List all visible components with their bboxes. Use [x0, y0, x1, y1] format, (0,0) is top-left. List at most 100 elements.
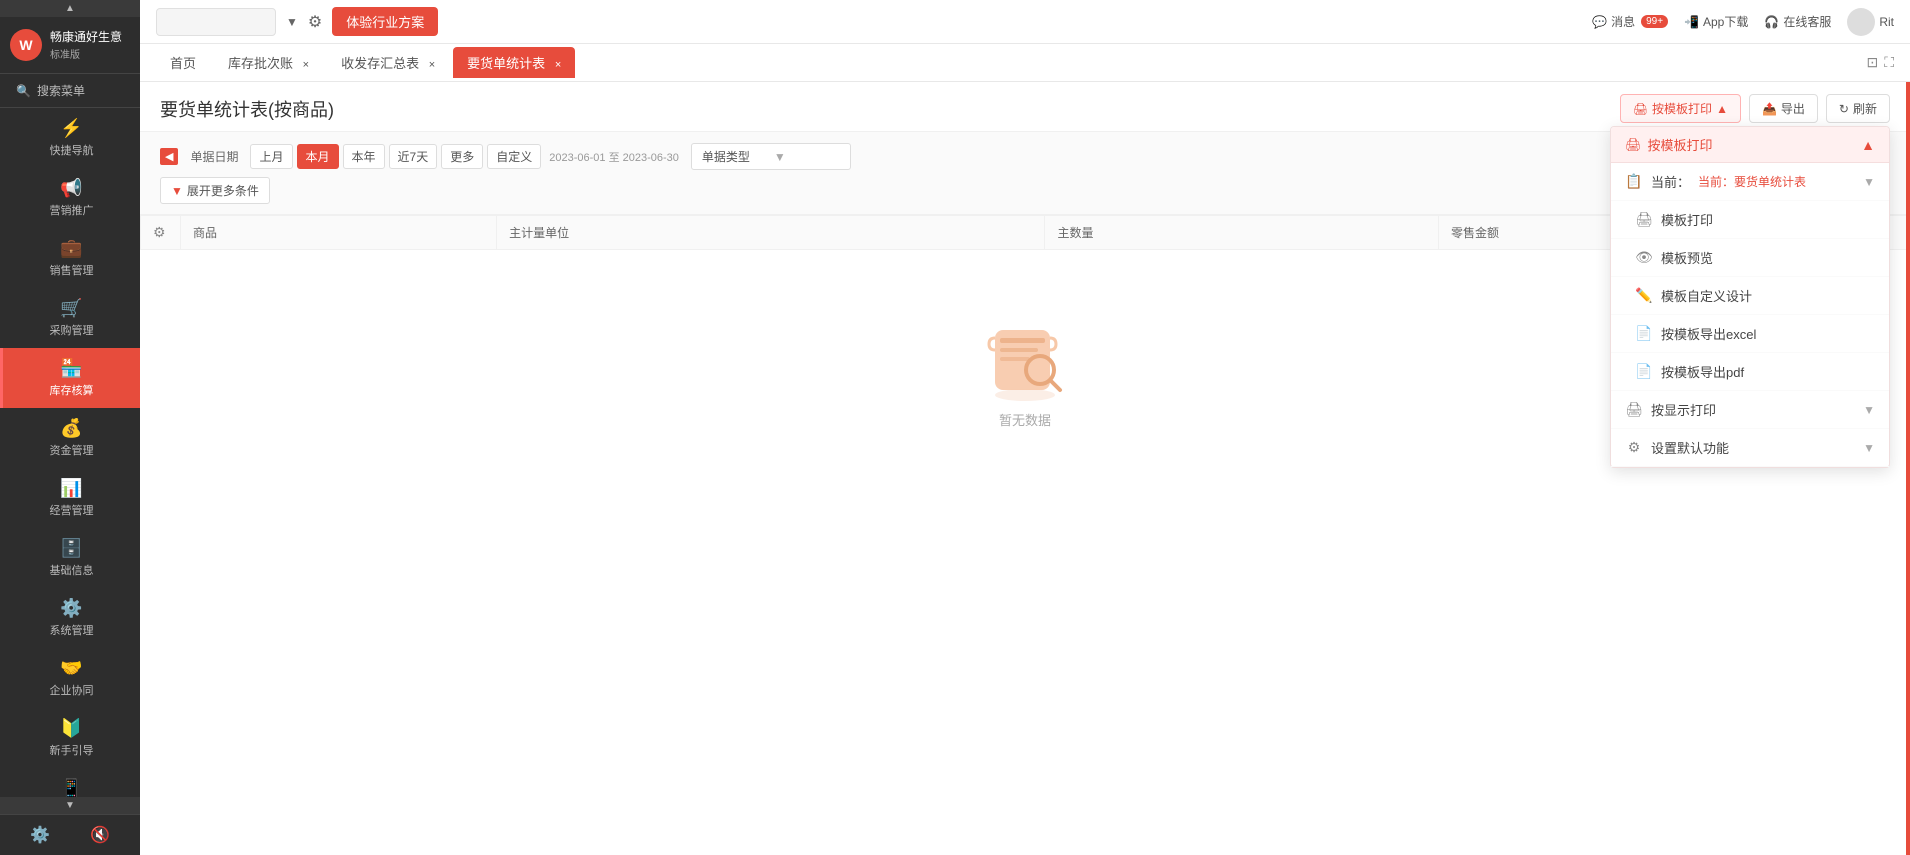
nav-icon-yingxiao: 📢 [60, 178, 82, 199]
tab-yaohuo[interactable]: 要货单统计表 × [453, 47, 575, 78]
sidebar-item-yingxiao[interactable]: 📢 营销推广 [0, 168, 140, 228]
tab-maximize-icon[interactable]: ⊡ [1866, 54, 1878, 71]
app-download-label: App下载 [1703, 13, 1748, 30]
sidebar-scroll-up[interactable]: ▲ [0, 0, 140, 17]
dropdown-chevron-up-icon[interactable]: ▲ [1861, 137, 1875, 153]
tab-home[interactable]: 首页 [156, 47, 210, 78]
tab-yaohuo-label: 要货单统计表 [467, 56, 545, 71]
nav-icon-xiaoshou: 💼 [60, 238, 82, 259]
dropdown-set-default[interactable]: ⚙ 设置默认功能 ▼ [1611, 429, 1889, 467]
search-icon: 🔍 [16, 84, 31, 98]
template-custom-icon: ✏️ [1635, 287, 1653, 304]
settings-bottom-icon[interactable]: ⚙️ [30, 825, 50, 845]
tab-yaohuo-close[interactable]: × [555, 59, 561, 71]
sidebar-item-qiye[interactable]: 🤝 企业协同 [0, 648, 140, 708]
mute-bottom-icon[interactable]: 🔇 [90, 825, 110, 845]
sidebar-item-jingying[interactable]: 📊 经营管理 [0, 468, 140, 528]
nav-label-xinshou: 新手引导 [50, 742, 94, 758]
collapse-arrow-icon[interactable]: ◀ [160, 148, 178, 165]
topbar-search-box [156, 8, 276, 36]
dropdown-header-label: 按模板打印 [1648, 135, 1713, 154]
dropdown-current-template[interactable]: 📋 当前： 当前：要货单统计表 ▼ [1611, 163, 1889, 201]
tab-home-label: 首页 [170, 56, 196, 71]
content-header: 要货单统计表(按商品) 🖨 按模板打印 ▲ 📤 导出 ↻ 刷新 [140, 82, 1910, 132]
dropdown-display-print[interactable]: 🖨 按显示打印 ▼ [1611, 391, 1889, 429]
sidebar-item-zijin[interactable]: 💰 资金管理 [0, 408, 140, 468]
dropdown-header-right: ▲ [1861, 137, 1875, 153]
type-filter-chevron: ▼ [774, 150, 840, 164]
user-avatar-img [1847, 8, 1875, 36]
empty-state-illustration [975, 310, 1075, 410]
print-icon: 🖨 [1633, 102, 1648, 116]
tab-shoufa[interactable]: 收发存汇总表 × [327, 47, 449, 78]
tab-shoufa-close[interactable]: × [429, 59, 435, 71]
date-btn-7days[interactable]: 近7天 [389, 144, 438, 169]
user-avatar[interactable]: Rit [1847, 8, 1894, 36]
collapse-arrow-btn[interactable]: ◀ [160, 148, 178, 165]
sidebar-search[interactable]: 🔍 搜索菜单 [0, 74, 140, 108]
date-btn-custom[interactable]: 自定义 [487, 144, 541, 169]
nav-label-zijin: 资金管理 [50, 442, 94, 458]
sidebar-item-caigou[interactable]: 🛒 采购管理 [0, 288, 140, 348]
tab-fullscreen-icon[interactable]: ⛶ [1884, 54, 1894, 71]
promo-button[interactable]: 体验行业方案 [332, 7, 438, 36]
sidebar-nav: ⚡ 快捷导航 📢 营销推广 💼 销售管理 🛒 采购管理 🏪 库存核算 💰 资金管… [0, 108, 140, 797]
topbar: ▼ ⚙ 体验行业方案 💬 消息 99+ 📲 App下载 🎧 在线客服 Rit [140, 0, 1910, 44]
print-template-button[interactable]: 🖨 按模板打印 ▲ [1620, 94, 1741, 123]
app-version: 标准版 [50, 46, 122, 61]
table-settings-gear-icon[interactable]: ⚙ [153, 224, 166, 240]
export-pdf-label: 按模板导出pdf [1661, 362, 1744, 381]
sidebar-item-xitong[interactable]: ⚙️ 系统管理 [0, 588, 140, 648]
online-service-label: 在线客服 [1783, 13, 1831, 30]
dropdown-item-export-pdf[interactable]: 📄 按模板导出pdf [1611, 353, 1889, 391]
nav-icon-xinshou: 🔰 [60, 718, 82, 739]
dropdown-item-export-excel[interactable]: 📄 按模板导出excel [1611, 315, 1889, 353]
topbar-dropdown-arrow[interactable]: ▼ [286, 15, 298, 29]
dropdown-item-template-print[interactable]: 🖨 模板打印 [1611, 201, 1889, 239]
dropdown-item-template-preview[interactable]: 👁 模板预览 [1611, 239, 1889, 277]
nav-label-yingxiao: 营销推广 [50, 202, 94, 218]
sidebar-logo: W 畅康通好生意 标准版 [0, 17, 140, 74]
message-label: 消息 [1611, 13, 1635, 30]
sidebar-item-yingyong[interactable]: 📱 应用中心 [0, 768, 140, 797]
date-btn-last-month[interactable]: 上月 [250, 144, 292, 169]
tab-kucun-pici-label: 库存批次账 [228, 56, 293, 71]
message-item[interactable]: 💬 消息 99+ [1592, 13, 1668, 30]
nav-label-xiaoshou: 销售管理 [50, 262, 94, 278]
refresh-icon: ↻ [1839, 102, 1849, 116]
user-name: Rit [1879, 15, 1894, 29]
sidebar-item-xiaoshou[interactable]: 💼 销售管理 [0, 228, 140, 288]
col-settings[interactable]: ⚙ [141, 216, 181, 250]
expand-more-conditions-btn[interactable]: ▼ 展开更多条件 [160, 177, 270, 204]
export-button[interactable]: 📤 导出 [1749, 94, 1818, 123]
export-label: 导出 [1781, 100, 1805, 117]
sidebar-item-xinshou[interactable]: 🔰 新手引导 [0, 708, 140, 768]
col-qty: 主数量 [1045, 216, 1439, 250]
sidebar-item-jichu[interactable]: 🗄️ 基础信息 [0, 528, 140, 588]
nav-label-kuaijie: 快捷导航 [50, 142, 94, 158]
date-btn-this-month[interactable]: 本月 [297, 144, 339, 169]
tab-kucun-pici[interactable]: 库存批次账 × [214, 47, 323, 78]
sidebar-item-kucun[interactable]: 🏪 库存核算 [0, 348, 140, 408]
date-btn-more[interactable]: 更多 [441, 144, 483, 169]
sidebar-search-label: 搜索菜单 [37, 82, 85, 99]
sidebar-item-kuaijie[interactable]: ⚡ 快捷导航 [0, 108, 140, 168]
set-default-icon: ⚙ [1625, 439, 1643, 456]
sidebar-scroll-down[interactable]: ▼ [0, 797, 140, 814]
date-btn-this-year[interactable]: 本年 [343, 144, 385, 169]
resize-handle[interactable] [1906, 82, 1910, 855]
refresh-button[interactable]: ↻ 刷新 [1826, 94, 1890, 123]
topbar-gear-icon[interactable]: ⚙ [308, 12, 322, 32]
dropdown-set-default-left: ⚙ 设置默认功能 [1625, 438, 1729, 457]
online-service-item[interactable]: 🎧 在线客服 [1764, 13, 1831, 30]
dropdown-display-print-left: 🖨 按显示打印 [1625, 400, 1716, 419]
set-default-chevron: ▼ [1863, 441, 1875, 455]
content-toolbar: 🖨 按模板打印 ▲ 📤 导出 ↻ 刷新 [1620, 94, 1890, 123]
type-filter[interactable]: 单据类型 ▼ [691, 143, 851, 170]
nav-icon-kucun: 🏪 [60, 358, 82, 379]
app-download-item[interactable]: 📲 App下载 [1684, 13, 1748, 30]
set-default-label: 设置默认功能 [1651, 438, 1729, 457]
dropdown-header: 🖨 按模板打印 ▲ [1611, 127, 1889, 163]
dropdown-item-template-custom[interactable]: ✏️ 模板自定义设计 [1611, 277, 1889, 315]
tab-kucun-pici-close[interactable]: × [303, 59, 309, 71]
